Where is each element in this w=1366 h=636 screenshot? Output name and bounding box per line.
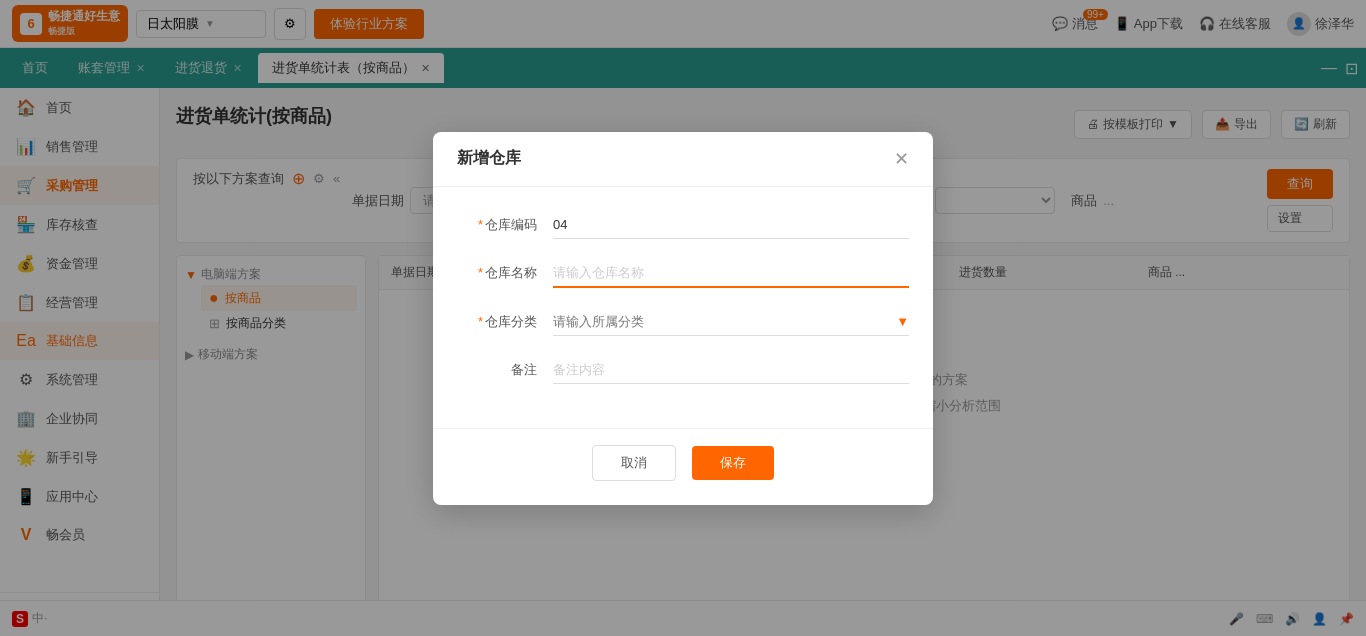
- category-select-container: ▼: [553, 308, 909, 336]
- cancel-button[interactable]: 取消: [592, 445, 676, 481]
- name-label: 仓库名称: [457, 264, 537, 282]
- category-field-row: 仓库分类 ▼: [457, 308, 909, 336]
- add-warehouse-modal: 新增仓库 ✕ 仓库编码 仓库名称 仓库分类 ▼: [433, 132, 933, 505]
- modal-header: 新增仓库 ✕: [433, 132, 933, 187]
- modal-overlay: 新增仓库 ✕ 仓库编码 仓库名称 仓库分类 ▼: [0, 0, 1366, 636]
- name-field-row: 仓库名称: [457, 259, 909, 288]
- code-input[interactable]: [553, 211, 909, 239]
- save-button[interactable]: 保存: [692, 446, 774, 480]
- modal-body: 仓库编码 仓库名称 仓库分类 ▼ 备注: [433, 187, 933, 428]
- modal-title: 新增仓库: [457, 148, 521, 169]
- code-label: 仓库编码: [457, 216, 537, 234]
- modal-footer: 取消 保存: [433, 429, 933, 505]
- name-input[interactable]: [553, 259, 909, 288]
- category-label: 仓库分类: [457, 313, 537, 331]
- note-label: 备注: [457, 361, 537, 379]
- code-field-row: 仓库编码: [457, 211, 909, 239]
- category-input[interactable]: [553, 308, 896, 335]
- category-dropdown-icon[interactable]: ▼: [896, 314, 909, 329]
- modal-close-icon[interactable]: ✕: [894, 148, 909, 170]
- note-input[interactable]: [553, 356, 909, 384]
- note-field-row: 备注: [457, 356, 909, 384]
